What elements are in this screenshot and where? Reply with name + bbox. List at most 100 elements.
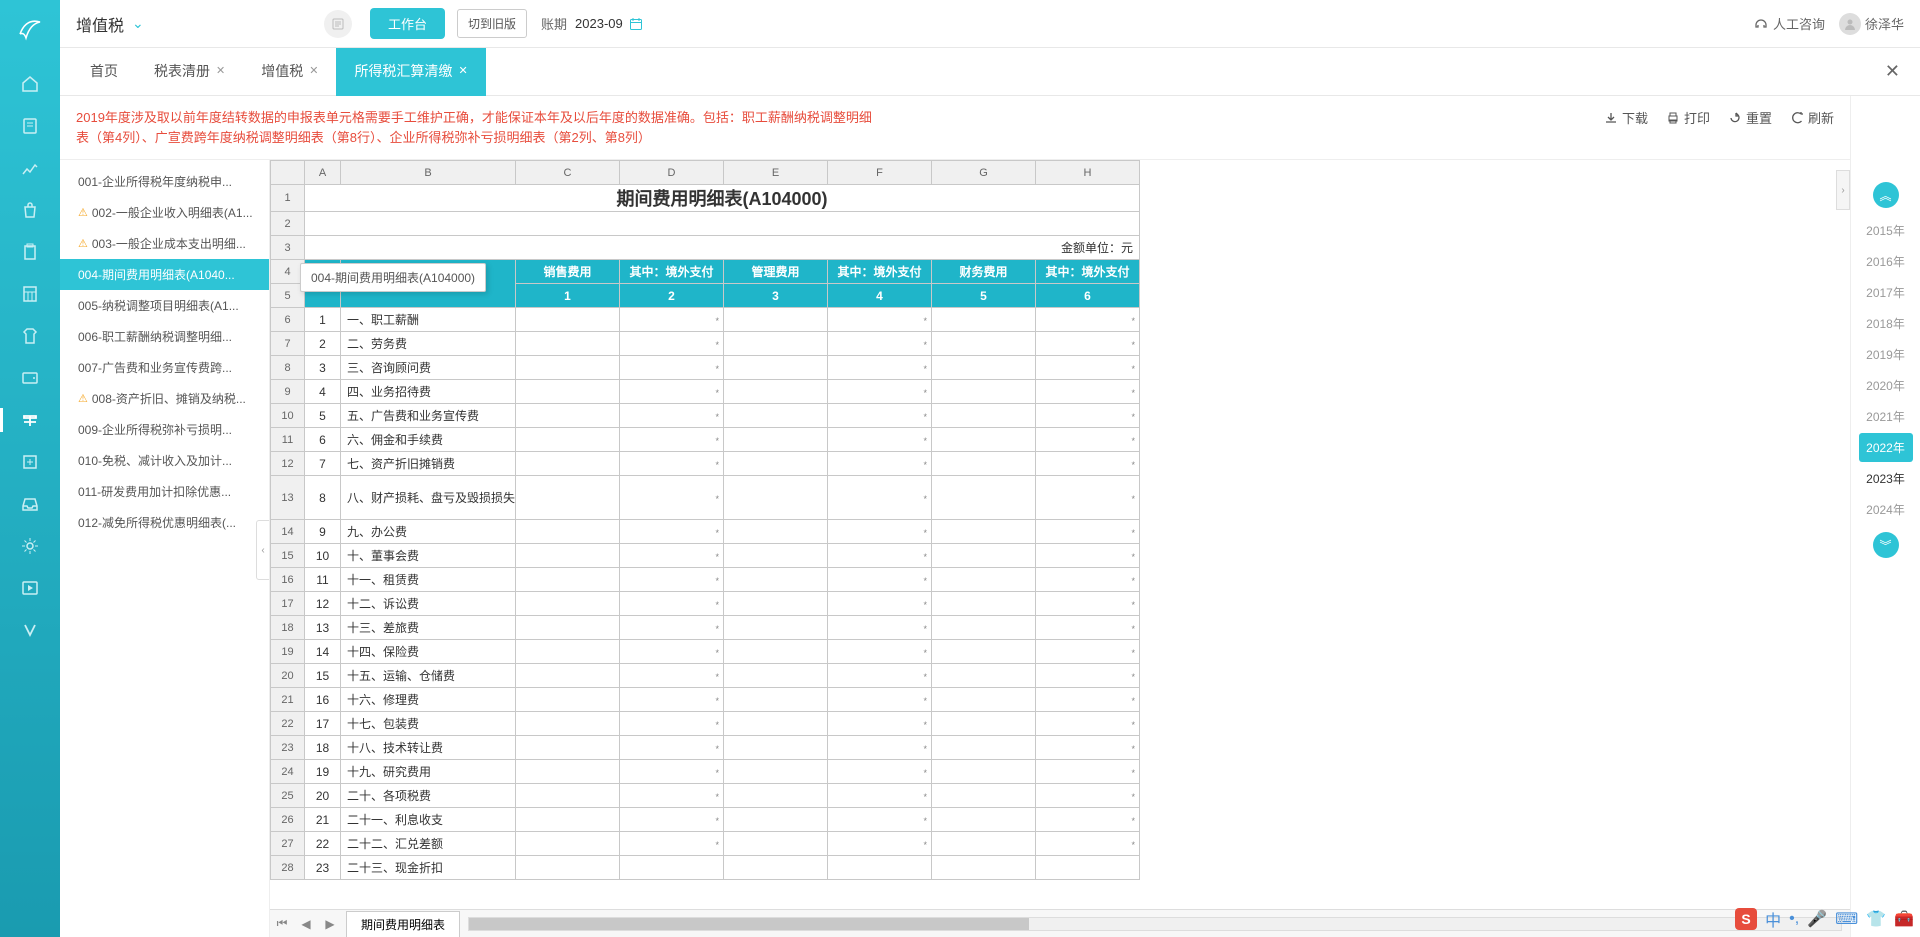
column-header[interactable]: B <box>341 161 516 185</box>
row-header[interactable]: 27 <box>271 832 305 856</box>
data-cell[interactable] <box>932 640 1036 664</box>
row-header[interactable]: 17 <box>271 592 305 616</box>
user-menu[interactable]: 徐泽华 <box>1839 13 1904 35</box>
data-cell[interactable]: * <box>828 380 932 404</box>
row-header[interactable]: 16 <box>271 568 305 592</box>
data-cell[interactable] <box>724 832 828 856</box>
data-cell[interactable]: * <box>1036 452 1140 476</box>
data-cell[interactable] <box>516 664 620 688</box>
data-cell[interactable]: * <box>1036 476 1140 520</box>
ime-skin-icon[interactable]: 👕 <box>1866 909 1886 929</box>
note-button[interactable] <box>324 10 352 38</box>
row-header[interactable]: 25 <box>271 784 305 808</box>
row-header[interactable]: 26 <box>271 808 305 832</box>
data-cell[interactable] <box>724 616 828 640</box>
sheet-nav-first[interactable]: ⏮ <box>270 916 294 931</box>
data-cell[interactable]: * <box>620 640 724 664</box>
data-cell[interactable]: * <box>828 616 932 640</box>
reset-button[interactable]: 重置 <box>1728 108 1772 127</box>
data-cell[interactable] <box>932 380 1036 404</box>
row-header[interactable]: 12 <box>271 452 305 476</box>
data-cell[interactable]: * <box>620 452 724 476</box>
nav-wallet-icon[interactable] <box>18 366 42 390</box>
tab-vat[interactable]: 增值税✕ <box>243 48 336 96</box>
data-cell[interactable]: * <box>828 760 932 784</box>
year-item[interactable]: 2022年 <box>1859 433 1913 462</box>
data-cell[interactable] <box>516 380 620 404</box>
year-item[interactable]: 2017年 <box>1859 278 1913 307</box>
row-header[interactable]: 24 <box>271 760 305 784</box>
row-header[interactable]: 1 <box>271 185 305 212</box>
data-cell[interactable] <box>932 404 1036 428</box>
data-cell[interactable]: * <box>828 664 932 688</box>
data-cell[interactable]: * <box>1036 808 1140 832</box>
data-cell[interactable] <box>724 476 828 520</box>
year-item[interactable]: 2015年 <box>1859 216 1913 245</box>
data-cell[interactable]: * <box>1036 308 1140 332</box>
form-list-item[interactable]: 007-广告费和业务宣传费跨... <box>60 352 269 383</box>
data-cell[interactable]: * <box>620 808 724 832</box>
column-header[interactable]: A <box>305 161 341 185</box>
year-scroll-down[interactable]: ︾ <box>1873 532 1899 558</box>
row-header[interactable]: 8 <box>271 356 305 380</box>
data-cell[interactable]: * <box>1036 404 1140 428</box>
data-cell[interactable] <box>724 520 828 544</box>
data-cell[interactable]: * <box>828 712 932 736</box>
data-cell[interactable]: * <box>620 476 724 520</box>
data-cell[interactable] <box>932 664 1036 688</box>
data-cell[interactable]: * <box>1036 520 1140 544</box>
data-cell[interactable]: * <box>828 356 932 380</box>
horizontal-scrollbar[interactable] <box>468 917 1842 931</box>
year-item[interactable]: 2019年 <box>1859 340 1913 369</box>
data-cell[interactable]: * <box>828 476 932 520</box>
data-cell[interactable] <box>724 760 828 784</box>
row-header[interactable]: 18 <box>271 616 305 640</box>
data-cell[interactable]: * <box>620 568 724 592</box>
scrollbar-thumb[interactable] <box>469 918 1029 930</box>
column-header[interactable]: G <box>932 161 1036 185</box>
data-cell[interactable] <box>828 856 932 880</box>
data-cell[interactable]: * <box>828 832 932 856</box>
data-cell[interactable]: * <box>1036 736 1140 760</box>
data-cell[interactable] <box>516 688 620 712</box>
ime-punct-icon[interactable]: •, <box>1789 910 1799 928</box>
data-cell[interactable]: * <box>620 332 724 356</box>
data-cell[interactable] <box>932 452 1036 476</box>
data-cell[interactable]: * <box>1036 428 1140 452</box>
close-all-tabs[interactable]: ✕ <box>1877 61 1908 82</box>
data-cell[interactable]: * <box>620 784 724 808</box>
data-cell[interactable] <box>932 356 1036 380</box>
row-header[interactable]: 19 <box>271 640 305 664</box>
data-cell[interactable]: * <box>620 544 724 568</box>
data-cell[interactable] <box>516 356 620 380</box>
ime-lang[interactable]: 中 <box>1765 907 1781 931</box>
column-header[interactable]: D <box>620 161 724 185</box>
data-cell[interactable]: * <box>620 760 724 784</box>
data-cell[interactable]: * <box>620 616 724 640</box>
collapse-handle[interactable]: ‹ <box>256 520 270 580</box>
data-cell[interactable] <box>932 428 1036 452</box>
data-cell[interactable]: * <box>828 308 932 332</box>
data-cell[interactable] <box>516 760 620 784</box>
data-cell[interactable]: * <box>620 664 724 688</box>
row-header[interactable]: 10 <box>271 404 305 428</box>
data-cell[interactable] <box>932 476 1036 520</box>
data-cell[interactable] <box>516 428 620 452</box>
row-header[interactable]: 11 <box>271 428 305 452</box>
workbench-button[interactable]: 工作台 <box>370 8 445 39</box>
data-cell[interactable]: * <box>828 428 932 452</box>
form-list-item[interactable]: ⚠003-一般企业成本支出明细... <box>60 228 269 259</box>
data-cell[interactable] <box>932 568 1036 592</box>
form-list-item[interactable]: 004-期间费用明细表(A1040... <box>60 259 269 290</box>
data-cell[interactable] <box>516 476 620 520</box>
download-button[interactable]: 下载 <box>1604 108 1648 127</box>
ime-toolbox-icon[interactable]: 🧰 <box>1894 909 1914 929</box>
nav-inbox-icon[interactable] <box>18 492 42 516</box>
form-list-item[interactable]: ⚠002-一般企业收入明细表(A1... <box>60 197 269 228</box>
row-header[interactable]: 9 <box>271 380 305 404</box>
data-cell[interactable]: * <box>1036 332 1140 356</box>
data-cell[interactable]: * <box>1036 712 1140 736</box>
data-cell[interactable] <box>724 688 828 712</box>
data-cell[interactable] <box>724 568 828 592</box>
data-cell[interactable] <box>724 332 828 356</box>
